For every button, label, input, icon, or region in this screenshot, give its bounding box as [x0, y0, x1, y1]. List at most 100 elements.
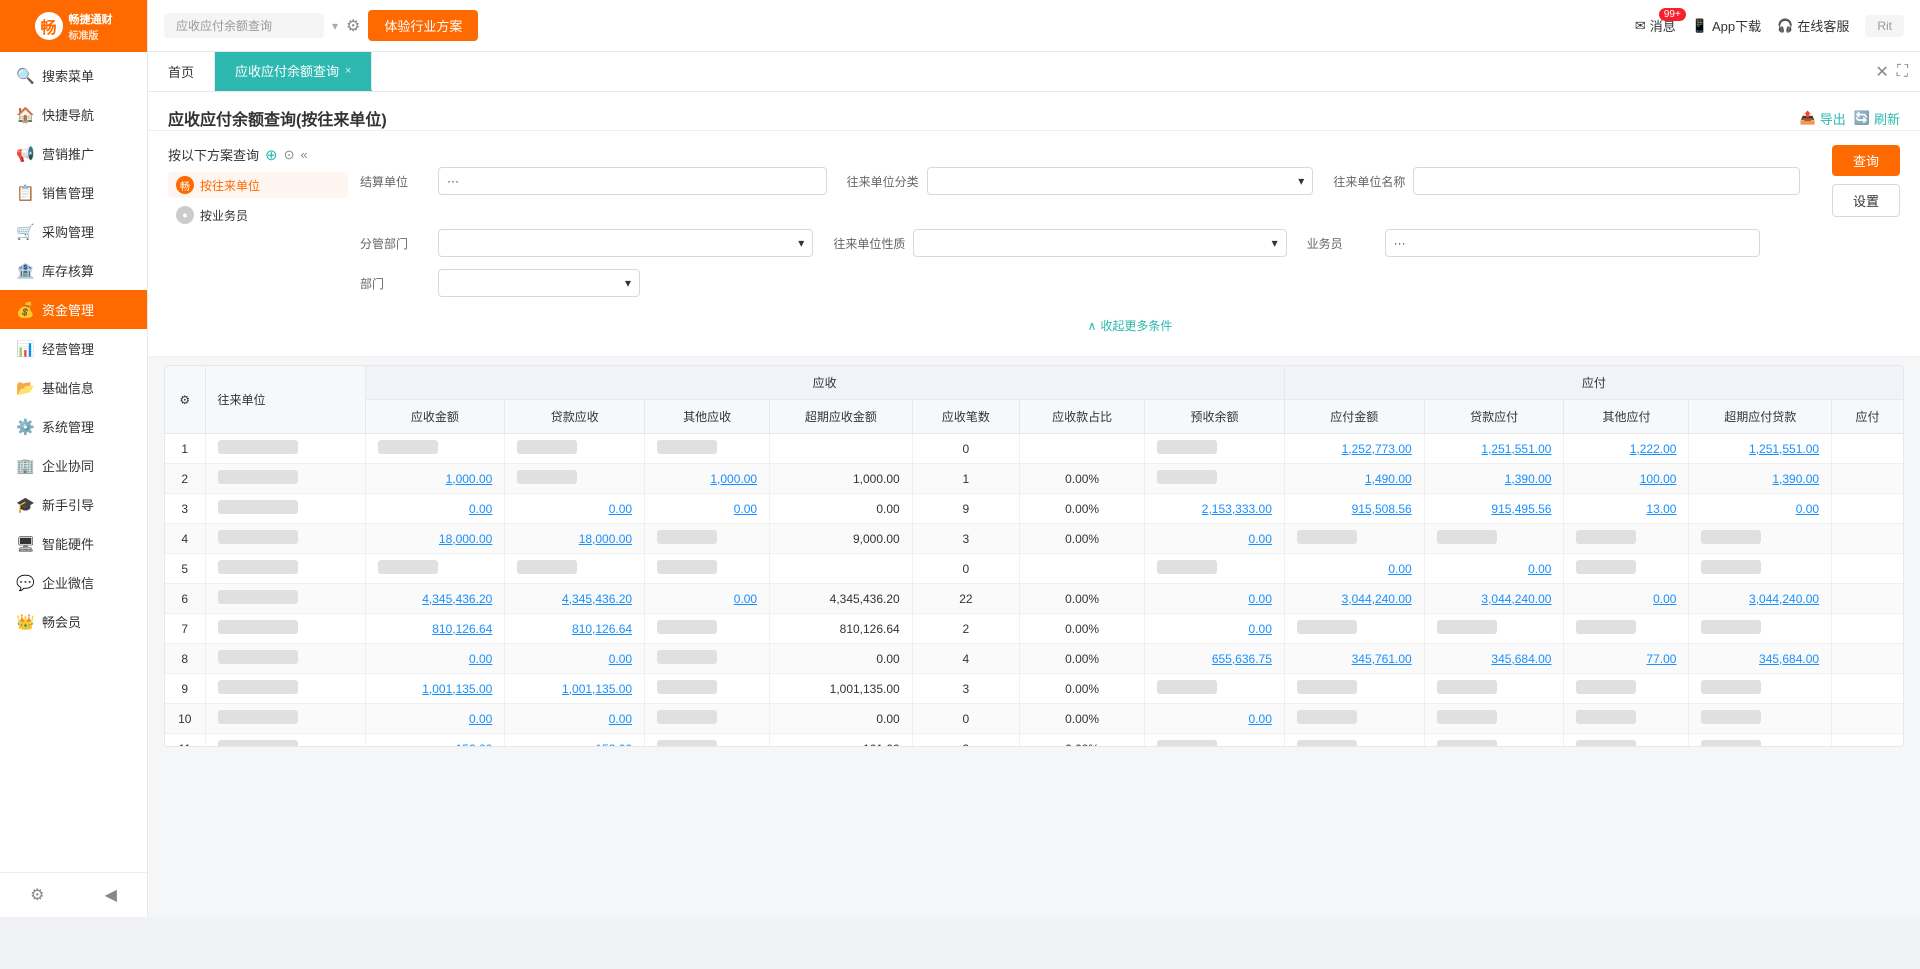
table-cell[interactable]: 152.00 — [365, 734, 505, 747]
scheme-expand-btn[interactable]: « — [301, 147, 308, 162]
dept-input[interactable]: ▾ — [438, 269, 640, 297]
table-cell[interactable]: 0.00 — [365, 644, 505, 674]
unit-category-input[interactable]: ▾ — [927, 167, 1314, 195]
table-cell[interactable]: 0.00 — [1145, 524, 1285, 554]
salesperson-input[interactable]: ··· — [1385, 229, 1760, 257]
online-service-button[interactable]: 🎧 在线客服 — [1777, 16, 1849, 35]
sidebar-item-sales[interactable]: 📋 销售管理 — [0, 173, 147, 212]
sidebar-item-finance[interactable]: 💰 资金管理 — [0, 290, 147, 329]
table-cell[interactable]: 3,044,240.00 — [1284, 584, 1424, 614]
dropdown-arrow-icon[interactable]: ▾ — [332, 19, 338, 33]
table-cell[interactable]: 1,001,135.00 — [365, 674, 505, 704]
table-cell[interactable]: 0.00 — [505, 644, 645, 674]
table-cell[interactable]: 0.00 — [1564, 584, 1689, 614]
table-cell[interactable]: 2,153,333.00 — [1145, 494, 1285, 524]
sidebar-item-member[interactable]: 👑 畅会员 — [0, 602, 147, 641]
sidebar-item-purchase[interactable]: 🛒 采购管理 — [0, 212, 147, 251]
table-cell[interactable]: 1,000.00 — [645, 464, 770, 494]
sidebar-item-marketing[interactable]: 📢 营销推广 — [0, 134, 147, 173]
table-cell[interactable]: 77.00 — [1564, 644, 1689, 674]
table-scroll[interactable]: ⚙ 往来单位 应收 应付 应收金额 贷款应收 其他应收 — [165, 366, 1903, 746]
table-cell[interactable]: 0.00 — [365, 704, 505, 734]
table-cell[interactable]: 18,000.00 — [505, 524, 645, 554]
close-window-btn[interactable]: ✕ — [1875, 62, 1888, 82]
table-cell[interactable]: 4,345,436.20 — [505, 584, 645, 614]
sidebar-item-inventory[interactable]: 🏦 库存核算 — [0, 251, 147, 290]
sidebar-item-search-menu[interactable]: 🔍 搜索菜单 — [0, 56, 147, 95]
table-cell[interactable]: 915,508.56 — [1284, 494, 1424, 524]
table-cell[interactable]: 1,390.00 — [1689, 464, 1832, 494]
gear-icon[interactable]: ⚙ — [346, 16, 360, 36]
unit-name-input[interactable] — [1413, 167, 1800, 195]
sidebar-item-guide[interactable]: 🎓 新手引导 — [0, 485, 147, 524]
table-cell[interactable]: 345,761.00 — [1284, 644, 1424, 674]
table-cell[interactable]: 3,044,240.00 — [1424, 584, 1564, 614]
table-cell[interactable]: 915,495.56 — [1424, 494, 1564, 524]
table-cell[interactable]: 1,252,773.00 — [1284, 434, 1424, 464]
app-download-button[interactable]: 📱 App下载 — [1692, 16, 1761, 35]
promo-button[interactable]: 体验行业方案 — [368, 10, 478, 41]
table-cell[interactable]: 1,000.00 — [365, 464, 505, 494]
tab-close-icon[interactable]: × — [345, 65, 351, 77]
table-cell[interactable]: 0.00 — [505, 494, 645, 524]
table-cell[interactable]: 4,345,436.20 — [365, 584, 505, 614]
table-cell[interactable]: 345,684.00 — [1689, 644, 1832, 674]
table-cell[interactable]: 13.00 — [1564, 494, 1689, 524]
sidebar-item-operation[interactable]: 📊 经营管理 — [0, 329, 147, 368]
tab-home[interactable]: 首页 — [148, 52, 215, 91]
sidebar-item-smart[interactable]: 🖥 智能硬件 — [0, 524, 147, 563]
table-cell[interactable]: 655,636.75 — [1145, 644, 1285, 674]
scheme-by-staff[interactable]: ● 按业务员 — [168, 202, 348, 228]
table-cell[interactable]: 0.00 — [505, 704, 645, 734]
sidebar-collapse-btn[interactable]: ◀ — [101, 881, 121, 909]
unit-nature-input[interactable]: ▾ — [913, 229, 1286, 257]
refresh-button[interactable]: 🔄 刷新 — [1854, 109, 1900, 128]
table-cell[interactable]: 0.00 — [1284, 554, 1424, 584]
table-cell[interactable]: 0.00 — [1145, 584, 1285, 614]
table-cell[interactable]: 0.00 — [1145, 704, 1285, 734]
table-cell[interactable]: 1,490.00 — [1284, 464, 1424, 494]
th-settings[interactable]: ⚙ — [165, 366, 205, 434]
table-cell[interactable]: 152.00 — [505, 734, 645, 747]
sidebar-item-quick-nav[interactable]: 🏠 快捷导航 — [0, 95, 147, 134]
sidebar-item-enterprise[interactable]: 🏢 企业协同 — [0, 446, 147, 485]
table-cell[interactable]: 1,251,551.00 — [1424, 434, 1564, 464]
table-cell[interactable]: 0.00 — [645, 494, 770, 524]
query-button[interactable]: 查询 — [1832, 145, 1900, 176]
table-cell[interactable]: 810,126.64 — [505, 614, 645, 644]
scheme-by-unit[interactable]: 畅 按往来单位 — [168, 172, 348, 198]
department-input[interactable]: ▾ — [438, 229, 813, 257]
tab-ar-ap[interactable]: 应收应付余额查询 × — [215, 52, 372, 91]
table-cell[interactable]: 18,000.00 — [365, 524, 505, 554]
table-cell[interactable]: 100.00 — [1564, 464, 1689, 494]
table-cell[interactable]: 0.00 — [645, 584, 770, 614]
sidebar-settings-btn[interactable]: ⚙ — [26, 881, 48, 909]
blurred-cell — [517, 470, 577, 484]
table-cell[interactable]: 1,390.00 — [1424, 464, 1564, 494]
collapse-button[interactable]: ∧ 收起更多条件 — [360, 309, 1900, 342]
sidebar-item-system[interactable]: ⚙️ 系统管理 — [0, 407, 147, 446]
add-scheme-btn[interactable]: ⊕ — [265, 146, 278, 164]
scheme-settings-btn[interactable]: ⊙ — [284, 147, 295, 163]
sidebar-item-basic-info[interactable]: 📂 基础信息 — [0, 368, 147, 407]
table-cell[interactable]: 0.00 — [365, 494, 505, 524]
export-button[interactable]: 📤 导出 — [1800, 109, 1846, 128]
table-cell[interactable]: 810,126.64 — [365, 614, 505, 644]
department-group: 分管部门 ▾ — [360, 229, 813, 257]
settings-button[interactable]: 设置 — [1832, 184, 1900, 217]
table-cell[interactable]: 0.00 — [1424, 554, 1564, 584]
table-cell[interactable]: 1,001,135.00 — [505, 674, 645, 704]
sidebar-item-wechat[interactable]: 💬 企业微信 — [0, 563, 147, 602]
user-info[interactable]: Rit — [1865, 15, 1904, 37]
table-cell[interactable]: 1,222.00 — [1564, 434, 1689, 464]
table-cell[interactable]: 1,251,551.00 — [1689, 434, 1832, 464]
table-settings-icon[interactable]: ⚙ — [179, 393, 190, 407]
message-button[interactable]: ✉ 消息 99+ — [1635, 16, 1676, 35]
table-cell[interactable]: 3,044,240.00 — [1689, 584, 1832, 614]
table-cell[interactable]: 0.00 — [1145, 614, 1285, 644]
settlement-unit-input[interactable]: ··· — [438, 167, 827, 195]
table-cell[interactable]: 345,684.00 — [1424, 644, 1564, 674]
fullscreen-btn[interactable]: ⛶ — [1897, 63, 1908, 81]
table-cell[interactable]: 0.00 — [1689, 494, 1832, 524]
th-overdue-ap-loan: 超期应付贷款 — [1689, 400, 1832, 434]
